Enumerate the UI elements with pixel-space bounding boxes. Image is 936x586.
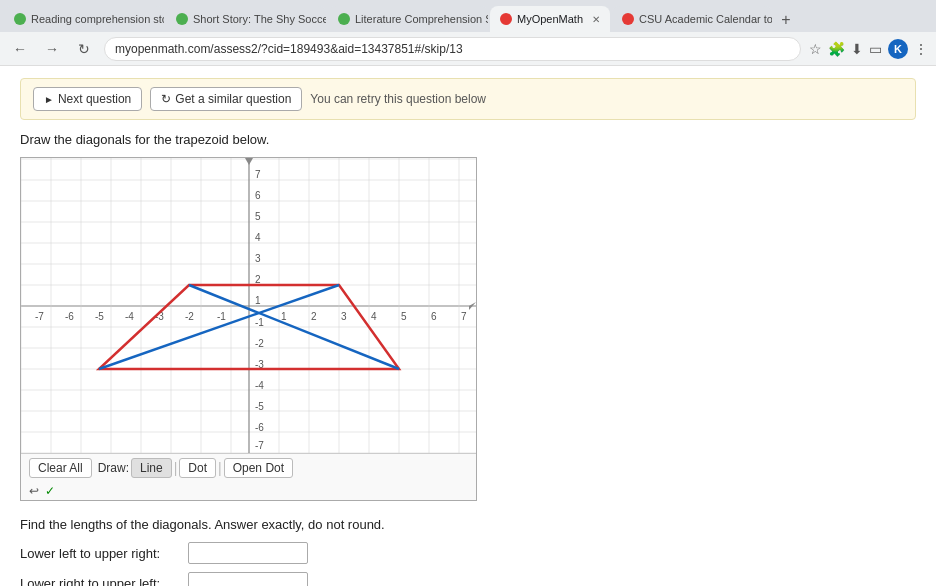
instruction-text: Draw the diagonals for the trapezoid bel… bbox=[20, 132, 916, 147]
svg-text:6: 6 bbox=[431, 311, 437, 322]
svg-text:2: 2 bbox=[311, 311, 317, 322]
question-title: Find the lengths of the diagonals. Answe… bbox=[20, 517, 916, 532]
lower-left-input[interactable] bbox=[188, 542, 308, 564]
next-question-label: Next question bbox=[58, 92, 131, 106]
separator-2: | bbox=[218, 460, 222, 476]
lower-right-input[interactable] bbox=[188, 572, 308, 586]
svg-text:-5: -5 bbox=[95, 311, 104, 322]
tab-shortstory[interactable]: Short Story: The Shy Soccer ... ✕ bbox=[166, 6, 326, 32]
question-title-text: Find the lengths of the diagonals. Answe… bbox=[20, 517, 385, 532]
svg-text:-4: -4 bbox=[255, 380, 264, 391]
graph-canvas[interactable]: 7 6 5 4 3 2 1 -1 -2 -3 -4 -5 -6 -7 -7 -6… bbox=[21, 158, 476, 453]
svg-text:5: 5 bbox=[255, 211, 261, 222]
tab-label-csu: CSU Academic Calendar to g... bbox=[639, 13, 772, 25]
tab-myopenmath[interactable]: MyOpenMath ✕ bbox=[490, 6, 610, 32]
lower-left-label: Lower left to upper right: bbox=[20, 546, 180, 561]
svg-text:7: 7 bbox=[461, 311, 467, 322]
draw-label: Draw: bbox=[98, 461, 129, 475]
address-bar: ← → ↻ myopenmath.com/assess2/?cid=189493… bbox=[0, 32, 936, 66]
tab-label-shortstory: Short Story: The Shy Soccer ... bbox=[193, 13, 326, 25]
svg-text:4: 4 bbox=[371, 311, 377, 322]
page-content: ► Next question ↻ Get a similar question… bbox=[0, 66, 936, 586]
reload-button[interactable]: ↻ bbox=[72, 37, 96, 61]
svg-text:-2: -2 bbox=[255, 338, 264, 349]
graph-wrapper: 7 6 5 4 3 2 1 -1 -2 -3 -4 -5 -6 -7 -7 -6… bbox=[20, 157, 477, 501]
svg-text:3: 3 bbox=[255, 253, 261, 264]
svg-text:4: 4 bbox=[255, 232, 261, 243]
get-similar-label: Get a similar question bbox=[175, 92, 291, 106]
top-actions-bar: ► Next question ↻ Get a similar question… bbox=[20, 78, 916, 120]
tab-icon-myopenmath bbox=[500, 13, 512, 25]
forward-button[interactable]: → bbox=[40, 37, 64, 61]
back-button[interactable]: ← bbox=[8, 37, 32, 61]
next-arrow-icon: ► bbox=[44, 94, 54, 105]
svg-text:3: 3 bbox=[341, 311, 347, 322]
svg-text:-2: -2 bbox=[185, 311, 194, 322]
tab-reading[interactable]: Reading comprehension stori... ✕ bbox=[4, 6, 164, 32]
svg-text:-7: -7 bbox=[255, 440, 264, 451]
retry-icon: ↻ bbox=[161, 92, 171, 106]
next-question-button[interactable]: ► Next question bbox=[33, 87, 142, 111]
undo-icon[interactable]: ↩ bbox=[29, 484, 39, 498]
tab-icon-literature bbox=[338, 13, 350, 25]
svg-text:-6: -6 bbox=[255, 422, 264, 433]
svg-text:1: 1 bbox=[281, 311, 287, 322]
graph-toolbar: Clear All Draw: Line | Dot | Open Dot bbox=[21, 453, 476, 482]
download-icon[interactable]: ⬇ bbox=[851, 41, 863, 57]
line-tool-button[interactable]: Line bbox=[131, 458, 172, 478]
menu-icon[interactable]: ⋮ bbox=[914, 41, 928, 57]
svg-text:1: 1 bbox=[255, 295, 261, 306]
address-icons: ☆ 🧩 ⬇ ▭ K ⋮ bbox=[809, 39, 928, 59]
url-bar[interactable]: myopenmath.com/assess2/?cid=189493&aid=1… bbox=[104, 37, 801, 61]
tab-csu[interactable]: CSU Academic Calendar to g... ✕ bbox=[612, 6, 772, 32]
get-similar-button[interactable]: ↻ Get a similar question bbox=[150, 87, 302, 111]
open-dot-tool-button[interactable]: Open Dot bbox=[224, 458, 293, 478]
svg-text:-4: -4 bbox=[125, 311, 134, 322]
tab-literature[interactable]: Literature Comprehension Sh... ✕ bbox=[328, 6, 488, 32]
tab-icon-reading bbox=[14, 13, 26, 25]
svg-text:-5: -5 bbox=[255, 401, 264, 412]
lower-right-row: Lower right to upper left: bbox=[20, 572, 916, 586]
tab-icon-shortstory bbox=[176, 13, 188, 25]
separator-1: | bbox=[174, 460, 178, 476]
dot-tool-button[interactable]: Dot bbox=[179, 458, 216, 478]
retry-info-text: You can retry this question below bbox=[310, 92, 486, 106]
svg-text:-1: -1 bbox=[255, 317, 264, 328]
svg-text:-1: -1 bbox=[217, 311, 226, 322]
cast-icon[interactable]: ▭ bbox=[869, 41, 882, 57]
svg-text:-7: -7 bbox=[35, 311, 44, 322]
profile-icon[interactable]: K bbox=[888, 39, 908, 59]
clear-all-button[interactable]: Clear All bbox=[29, 458, 92, 478]
tab-label-myopenmath: MyOpenMath bbox=[517, 13, 583, 25]
svg-text:6: 6 bbox=[255, 190, 261, 201]
lower-right-label: Lower right to upper left: bbox=[20, 576, 180, 587]
url-text: myopenmath.com/assess2/?cid=189493&aid=1… bbox=[115, 42, 463, 56]
svg-text:5: 5 bbox=[401, 311, 407, 322]
new-tab-button[interactable]: + bbox=[774, 8, 798, 32]
tab-label-reading: Reading comprehension stori... bbox=[31, 13, 164, 25]
tab-close-myopenmath[interactable]: ✕ bbox=[592, 14, 600, 25]
tab-bar: Reading comprehension stori... ✕ Short S… bbox=[0, 0, 936, 32]
tab-label-literature: Literature Comprehension Sh... bbox=[355, 13, 488, 25]
question-section: Find the lengths of the diagonals. Answe… bbox=[20, 517, 916, 586]
check-icon: ✓ bbox=[45, 484, 55, 498]
graph-footer: ↩ ✓ bbox=[21, 482, 476, 500]
svg-text:2: 2 bbox=[255, 274, 261, 285]
tab-icon-csu bbox=[622, 13, 634, 25]
svg-text:7: 7 bbox=[255, 169, 261, 180]
lower-left-row: Lower left to upper right: bbox=[20, 542, 916, 564]
extension-icon[interactable]: 🧩 bbox=[828, 41, 845, 57]
bookmark-icon[interactable]: ☆ bbox=[809, 41, 822, 57]
svg-text:-6: -6 bbox=[65, 311, 74, 322]
